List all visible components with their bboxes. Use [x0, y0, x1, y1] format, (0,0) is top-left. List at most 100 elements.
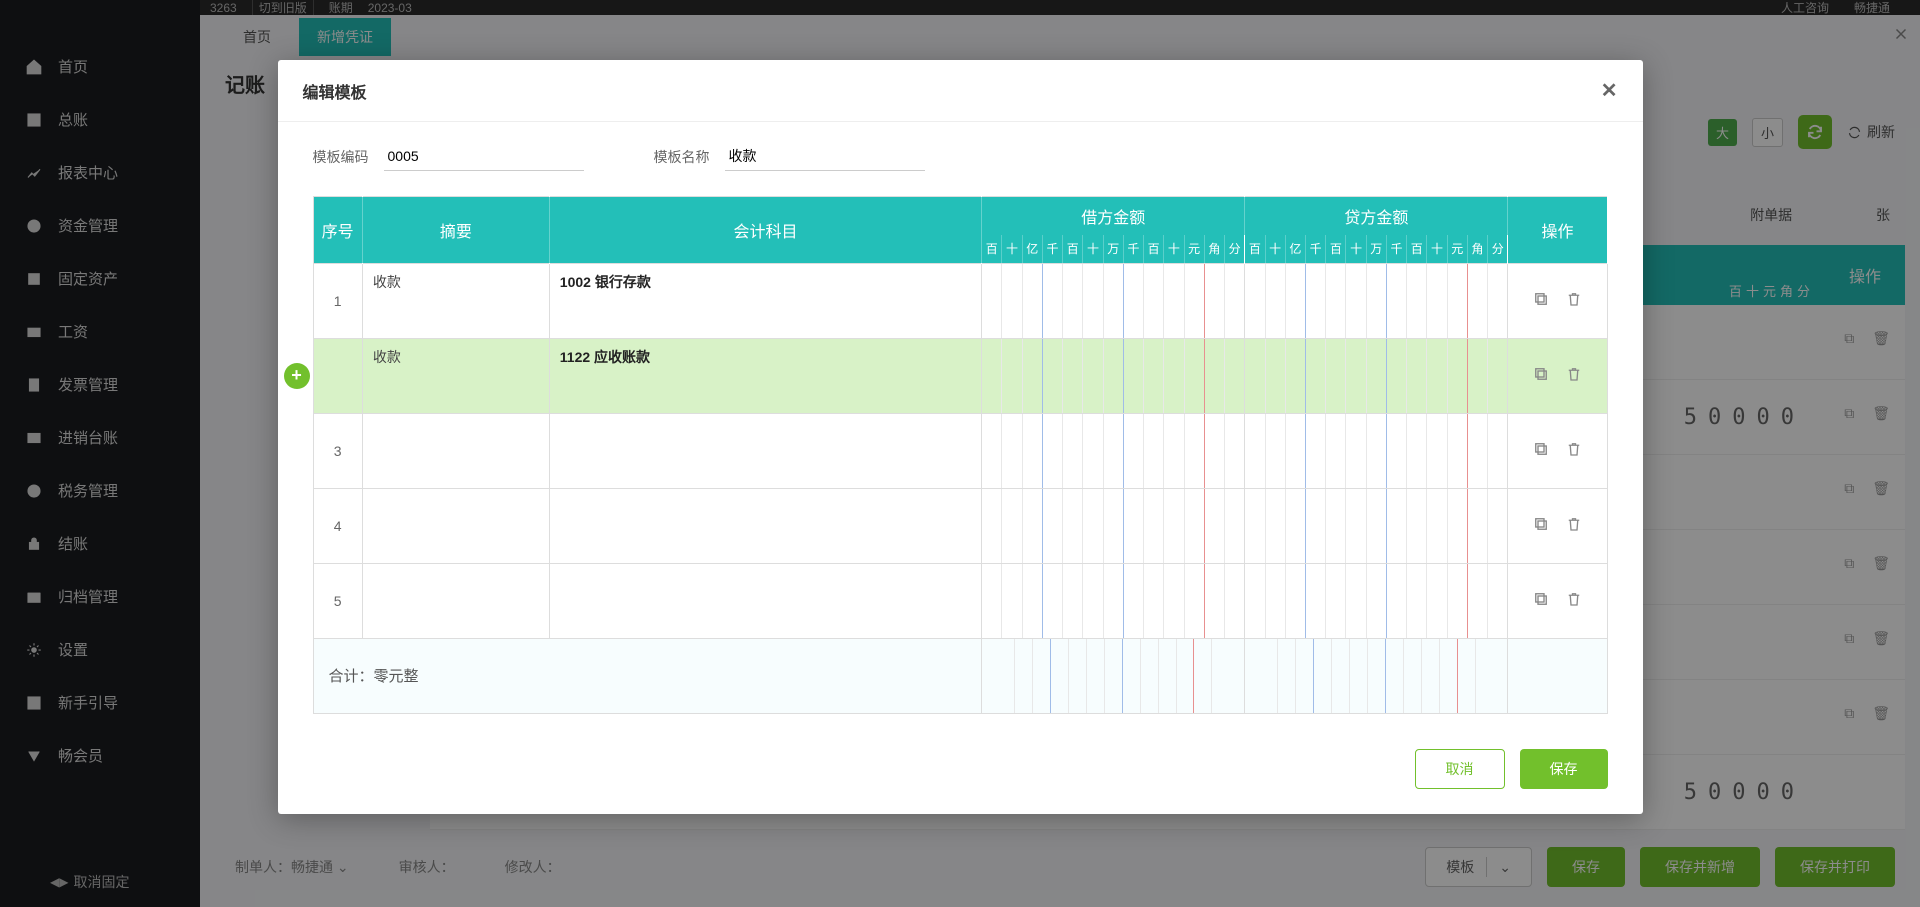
digit-unit: 千	[1123, 235, 1143, 263]
digit-unit: 百	[982, 235, 1001, 263]
digit-unit: 角	[1467, 235, 1487, 263]
summary-cell[interactable]	[362, 413, 549, 488]
digit-unit: 十	[1265, 235, 1285, 263]
account-cell[interactable]	[549, 563, 981, 638]
debit-cell[interactable]	[982, 488, 1245, 563]
digit-unit: 千	[1305, 235, 1325, 263]
seq-cell: 1	[313, 263, 362, 338]
credit-cell[interactable]	[1245, 338, 1508, 413]
modal-close-button[interactable]: ✕	[1601, 78, 1618, 103]
modal-title: 编辑模板	[303, 79, 367, 103]
modal-overlay: 编辑模板 ✕ 模板编码 模板名称 序号 摘要 会计科目	[0, 0, 1920, 907]
seq-cell: 3	[313, 413, 362, 488]
total-ops-cell	[1508, 638, 1607, 713]
summary-cell[interactable]: 收款	[362, 263, 549, 338]
debit-digits: 百十亿千百十万千百十元角分	[982, 235, 1245, 264]
edit-template-modal: 编辑模板 ✕ 模板编码 模板名称 序号 摘要 会计科目	[278, 60, 1643, 814]
digit-unit: 十	[1001, 235, 1021, 263]
delete-row-button[interactable]	[1565, 440, 1583, 461]
template-row[interactable]: 4	[313, 488, 1607, 563]
template-name-label: 模板名称	[654, 147, 710, 167]
total-label-cell: 合计：零元整	[313, 638, 982, 713]
credit-digits: 百十亿千百十万千百十元角分	[1245, 235, 1508, 264]
modal-footer: 取消 保存	[278, 734, 1643, 814]
cancel-button[interactable]: 取消	[1415, 749, 1505, 789]
debit-cell[interactable]	[982, 413, 1245, 488]
delete-row-button[interactable]	[1565, 290, 1583, 311]
ops-cell	[1508, 338, 1607, 413]
digit-unit: 角	[1204, 235, 1224, 263]
add-row-button[interactable]: +	[284, 363, 310, 389]
col-account: 会计科目	[549, 197, 981, 264]
digit-unit: 元	[1447, 235, 1467, 263]
copy-row-button[interactable]	[1532, 590, 1550, 611]
digit-unit: 百	[1325, 235, 1345, 263]
total-label: 合计：	[329, 668, 374, 685]
digit-unit: 十	[1163, 235, 1183, 263]
delete-row-button[interactable]	[1565, 515, 1583, 536]
account-cell[interactable]	[549, 488, 981, 563]
seq-cell: 5	[313, 563, 362, 638]
form-row: 模板编码 模板名称	[313, 142, 1608, 171]
digit-unit: 分	[1487, 235, 1507, 263]
template-row[interactable]: 3	[313, 413, 1607, 488]
ops-cell	[1508, 263, 1607, 338]
account-cell[interactable]	[549, 413, 981, 488]
ops-cell	[1508, 413, 1607, 488]
delete-row-button[interactable]	[1565, 365, 1583, 386]
credit-cell[interactable]	[1245, 413, 1508, 488]
digit-unit: 万	[1366, 235, 1386, 263]
seq-cell: +	[313, 338, 362, 413]
digit-unit: 亿	[1022, 235, 1042, 263]
debit-cell[interactable]	[982, 338, 1245, 413]
credit-cell[interactable]	[1245, 563, 1508, 638]
digit-unit: 亿	[1285, 235, 1305, 263]
digit-unit: 百	[1245, 235, 1264, 263]
copy-row-button[interactable]	[1532, 290, 1550, 311]
template-code-group: 模板编码	[313, 142, 584, 171]
copy-row-button[interactable]	[1532, 440, 1550, 461]
ops-cell	[1508, 488, 1607, 563]
template-table: 序号 摘要 会计科目 借方金额 贷方金额 操作 百十亿千百十万千百十元角分 百十…	[313, 196, 1608, 714]
credit-cell[interactable]	[1245, 488, 1508, 563]
template-row[interactable]: +收款1122 应收账款	[313, 338, 1607, 413]
digit-unit: 分	[1224, 235, 1244, 263]
digit-unit: 十	[1345, 235, 1365, 263]
digit-unit: 千	[1386, 235, 1406, 263]
ops-cell	[1508, 563, 1607, 638]
summary-cell[interactable]	[362, 488, 549, 563]
debit-cell[interactable]	[982, 563, 1245, 638]
save-button[interactable]: 保存	[1520, 749, 1608, 789]
template-row[interactable]: 5	[313, 563, 1607, 638]
credit-cell[interactable]	[1245, 263, 1508, 338]
total-value: 零元整	[374, 668, 419, 685]
account-cell[interactable]: 1122 应收账款	[549, 338, 981, 413]
col-debit: 借方金额	[982, 197, 1245, 235]
template-name-group: 模板名称	[654, 142, 925, 171]
template-code-input[interactable]	[384, 142, 584, 171]
debit-cell[interactable]	[982, 263, 1245, 338]
copy-row-button[interactable]	[1532, 515, 1550, 536]
digit-unit: 百	[1143, 235, 1163, 263]
summary-cell[interactable]	[362, 563, 549, 638]
template-row[interactable]: 1收款1002 银行存款	[313, 263, 1607, 338]
col-summary: 摘要	[362, 197, 549, 264]
copy-row-button[interactable]	[1532, 365, 1550, 386]
digit-unit: 万	[1103, 235, 1123, 263]
col-ops: 操作	[1508, 197, 1607, 264]
digit-unit: 元	[1184, 235, 1204, 263]
template-name-input[interactable]	[725, 142, 925, 171]
account-cell[interactable]: 1002 银行存款	[549, 263, 981, 338]
total-debit-cell	[982, 638, 1245, 713]
digit-unit: 百	[1062, 235, 1082, 263]
total-credit-cell	[1245, 638, 1508, 713]
delete-row-button[interactable]	[1565, 590, 1583, 611]
template-code-label: 模板编码	[313, 147, 369, 167]
seq-cell: 4	[313, 488, 362, 563]
digit-unit: 百	[1406, 235, 1426, 263]
digit-unit: 十	[1426, 235, 1446, 263]
modal-header: 编辑模板 ✕	[278, 60, 1643, 122]
digit-unit: 十	[1082, 235, 1102, 263]
modal-body: 模板编码 模板名称 序号 摘要 会计科目 借方金额 贷方金额 操作	[278, 122, 1643, 734]
summary-cell[interactable]: 收款	[362, 338, 549, 413]
